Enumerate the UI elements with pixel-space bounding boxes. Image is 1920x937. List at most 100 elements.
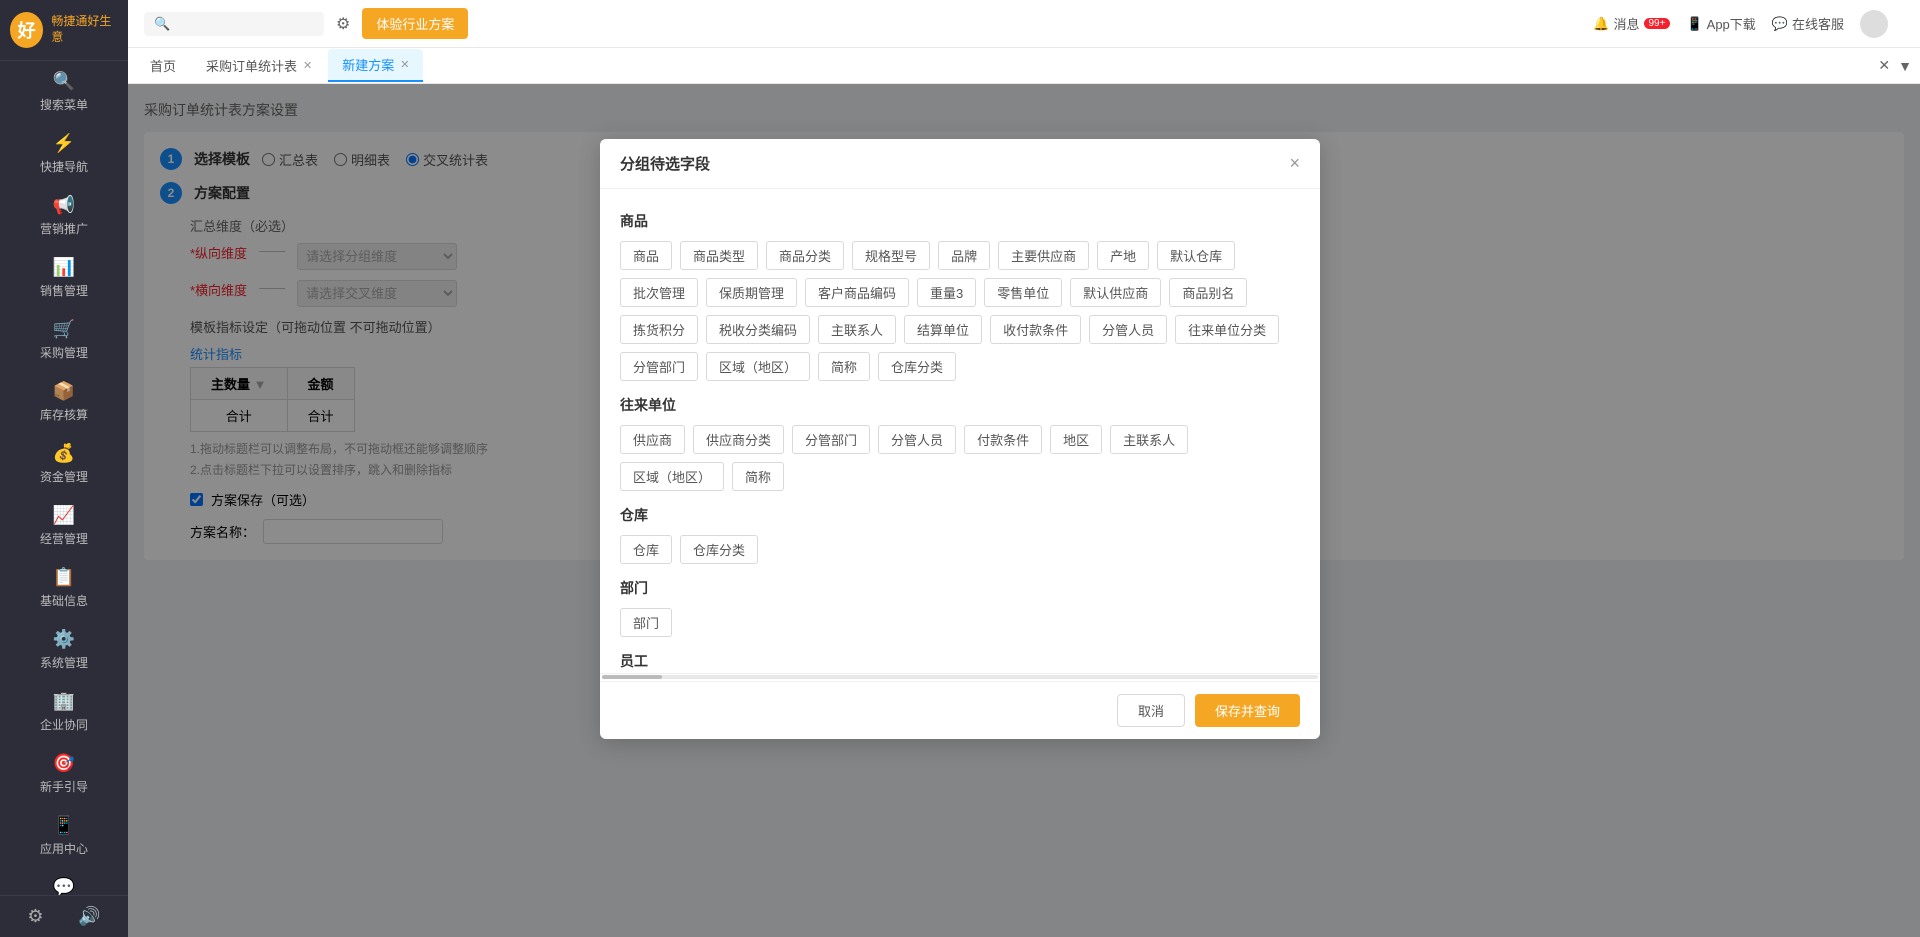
notification-badge: 99+ (1644, 18, 1671, 29)
chip-main-supplier[interactable]: 主要供应商 (998, 241, 1089, 270)
chip-main-contact-partner[interactable]: 主联系人 (1110, 425, 1188, 454)
chip-batch[interactable]: 批次管理 (620, 278, 698, 307)
chip-brand[interactable]: 品牌 (938, 241, 990, 270)
chip-payment-terms[interactable]: 收付款条件 (990, 315, 1081, 344)
sidebar-item-label: 营销推广 (40, 220, 88, 237)
sidebar-item-wechat[interactable]: 💬 企业微信 (0, 867, 128, 895)
chip-shelf-life[interactable]: 保质期管理 (706, 278, 797, 307)
operations-icon: 📈 (53, 505, 75, 526)
chip-product[interactable]: 商品 (620, 241, 672, 270)
chip-main-contact[interactable]: 主联系人 (818, 315, 896, 344)
chip-alias[interactable]: 商品别名 (1169, 278, 1247, 307)
download-icon: 📱 (1686, 16, 1702, 32)
chip-supplier-category[interactable]: 供应商分类 (693, 425, 784, 454)
purchase-icon: 🛒 (53, 319, 75, 340)
sidebar-item-label: 经营管理 (40, 530, 88, 547)
sidebar-item-system[interactable]: ⚙️ 系统管理 (0, 619, 128, 681)
tab-new-plan-close[interactable]: ✕ (400, 58, 409, 71)
chip-partner-category[interactable]: 往来单位分类 (1175, 315, 1279, 344)
chip-warehouse[interactable]: 仓库 (620, 535, 672, 564)
chip-short-name[interactable]: 简称 (818, 352, 870, 381)
trial-btn[interactable]: 体验行业方案 (362, 8, 468, 39)
finance-icon: 💰 (53, 443, 75, 464)
sidebar-item-finance[interactable]: 💰 资金管理 (0, 433, 128, 495)
sidebar-item-guide[interactable]: 🎯 新手引导 (0, 743, 128, 805)
notification-item[interactable]: 🔔 消息 99+ (1593, 14, 1670, 33)
modal-close-button[interactable]: × (1289, 153, 1300, 174)
chip-product-type[interactable]: 商品类型 (680, 241, 758, 270)
sidebar-item-search[interactable]: 🔍 搜索菜单 (0, 61, 128, 123)
chip-product-category[interactable]: 商品分类 (766, 241, 844, 270)
modal-hscroll[interactable] (600, 673, 1320, 681)
notification-icon: 🔔 (1593, 16, 1609, 32)
download-item[interactable]: 📱 App下载 (1686, 14, 1755, 33)
marketing-icon: 📢 (53, 195, 75, 216)
chip-weight[interactable]: 重量3 (917, 278, 976, 307)
download-label: App下载 (1707, 14, 1756, 33)
tab-home[interactable]: 首页 (136, 50, 190, 81)
chip-area[interactable]: 地区 (1050, 425, 1102, 454)
sidebar-item-purchase[interactable]: 🛒 采购管理 (0, 309, 128, 371)
chip-retail-unit[interactable]: 零售单位 (984, 278, 1062, 307)
chip-pay-terms[interactable]: 付款条件 (964, 425, 1042, 454)
sidebar-item-operations[interactable]: 📈 经营管理 (0, 495, 128, 557)
basic-icon: 📋 (53, 567, 75, 588)
chip-default-supplier[interactable]: 默认供应商 (1070, 278, 1161, 307)
chip-department[interactable]: 部门 (620, 608, 672, 637)
dept-chips: 部门 (620, 608, 1300, 637)
chip-default-warehouse[interactable]: 默认仓库 (1157, 241, 1235, 270)
service-label: 在线客服 (1792, 14, 1844, 33)
audio-btn[interactable]: 🔊 (78, 906, 100, 927)
sidebar-item-basic[interactable]: 📋 基础信息 (0, 557, 128, 619)
chip-pick-points[interactable]: 拣货积分 (620, 315, 698, 344)
chip-supplier[interactable]: 供应商 (620, 425, 685, 454)
chip-dept[interactable]: 分管部门 (620, 352, 698, 381)
sidebar-item-apps[interactable]: 📱 应用中心 (0, 805, 128, 867)
sidebar-item-corp[interactable]: 🏢 企业协同 (0, 681, 128, 743)
chip-manage-dept[interactable]: 分管部门 (792, 425, 870, 454)
modal: 分组待选字段 × 商品 商品 商品类型 商品分类 规格型号 品牌 主要供应商 产… (600, 139, 1320, 739)
tab-purchase-stat[interactable]: 采购订单统计表 ✕ (192, 50, 326, 81)
sidebar-item-label: 采购管理 (40, 344, 88, 361)
avatar[interactable] (1860, 10, 1888, 38)
chip-short-name-partner[interactable]: 简称 (732, 462, 784, 491)
topbar-right: 🔔 消息 99+ 📱 App下载 💬 在线客服 (1593, 10, 1904, 38)
chip-origin[interactable]: 产地 (1097, 241, 1149, 270)
sidebar-item-quick[interactable]: ⚡ 快捷导航 (0, 123, 128, 185)
inventory-icon: 📦 (53, 381, 75, 402)
tabs-close-btn[interactable]: ✕ (1878, 57, 1890, 74)
chip-spec[interactable]: 规格型号 (852, 241, 930, 270)
sidebar: 好 畅捷通好生意 🔍 搜索菜单 ⚡ 快捷导航 📢 营销推广 📊 销售管理 🛒 采… (0, 0, 128, 937)
tab-purchase-stat-close[interactable]: ✕ (303, 59, 312, 72)
modal-cancel-button[interactable]: 取消 (1117, 694, 1185, 727)
sidebar-item-label: 基础信息 (40, 592, 88, 609)
chip-warehouse-cat[interactable]: 仓库分类 (680, 535, 758, 564)
chip-tax-code[interactable]: 税收分类编码 (706, 315, 810, 344)
chip-region[interactable]: 区域（地区） (706, 352, 810, 381)
sidebar-item-marketing[interactable]: 📢 营销推广 (0, 185, 128, 247)
system-icon: ⚙️ (53, 629, 75, 650)
sidebar-logo: 好 畅捷通好生意 (0, 0, 128, 61)
sidebar-item-inventory[interactable]: 📦 库存核算 (0, 371, 128, 433)
sidebar-item-label: 企业协同 (40, 716, 88, 733)
tab-new-plan[interactable]: 新建方案 ✕ (328, 49, 423, 82)
service-item[interactable]: 💬 在线客服 (1772, 14, 1844, 33)
tab-purchase-stat-label: 采购订单统计表 (206, 56, 297, 75)
chip-warehouse-category[interactable]: 仓库分类 (878, 352, 956, 381)
chip-customer-code[interactable]: 客户商品编码 (805, 278, 909, 307)
guide-icon: 🎯 (53, 753, 75, 774)
chip-settle-unit[interactable]: 结算单位 (904, 315, 982, 344)
topbar-search-box: 🔍 (144, 12, 324, 36)
modal-header: 分组待选字段 × (600, 139, 1320, 189)
modal-confirm-button[interactable]: 保存并查询 (1195, 694, 1300, 727)
sidebar-nav: 🔍 搜索菜单 ⚡ 快捷导航 📢 营销推广 📊 销售管理 🛒 采购管理 📦 库存核… (0, 61, 128, 895)
chip-supervisor[interactable]: 分管人员 (1089, 315, 1167, 344)
chip-manage-person[interactable]: 分管人员 (878, 425, 956, 454)
sidebar-item-sales[interactable]: 📊 销售管理 (0, 247, 128, 309)
chip-region-partner[interactable]: 区域（地区） (620, 462, 724, 491)
tabs-menu-btn[interactable]: ▼ (1898, 57, 1912, 74)
settings-bottom-btn[interactable]: ⚙ (27, 906, 43, 927)
topbar-search-input[interactable] (176, 16, 296, 31)
modal-body[interactable]: 商品 商品 商品类型 商品分类 规格型号 品牌 主要供应商 产地 默认仓库 批次… (600, 189, 1320, 673)
topbar-settings-button[interactable]: ⚙ (336, 14, 350, 34)
